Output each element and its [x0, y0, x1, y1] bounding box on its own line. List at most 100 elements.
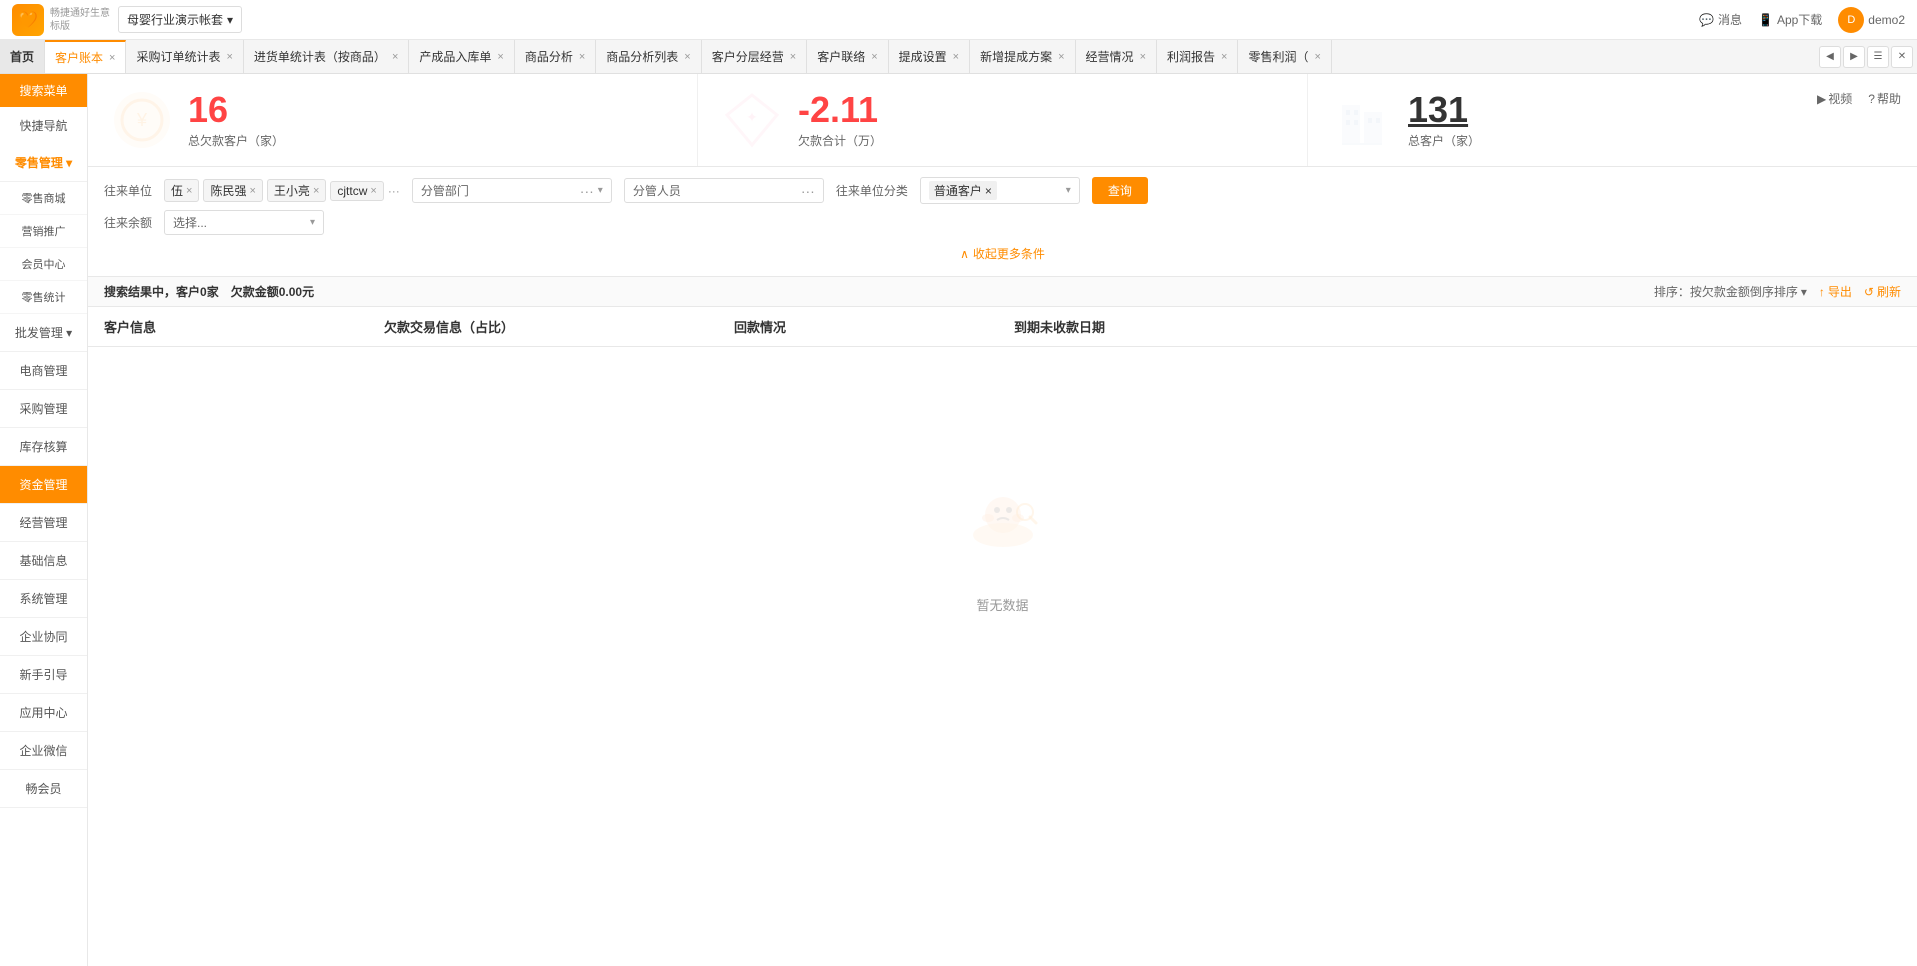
sidebar-item-enterprise-agreement[interactable]: 企业协同: [0, 618, 87, 656]
stat-info-debt-amount: -2.11 欠款合计（万）: [798, 92, 882, 149]
account-dropdown[interactable]: 母婴行业演示帐套 ▾: [118, 6, 242, 33]
debt-amount: 0.00: [279, 285, 302, 299]
user-area[interactable]: D demo2: [1838, 7, 1905, 33]
tab-increase-plan[interactable]: 新增提成方案 ×: [970, 40, 1075, 74]
tabs-close-button[interactable]: ✕: [1891, 46, 1913, 68]
item-label: 零售统计: [22, 292, 66, 304]
sidebar-item-marketing[interactable]: 营销推广: [0, 215, 87, 248]
tab-product-analysis-list[interactable]: 商品分析列表 ×: [596, 40, 701, 74]
tabs-prev-button[interactable]: ◀: [1819, 46, 1841, 68]
tab-customer-contact[interactable]: 客户联络 ×: [807, 40, 888, 74]
dept-label: 分管部门: [421, 182, 469, 199]
close-icon[interactable]: ×: [109, 52, 115, 64]
customer-type-select[interactable]: 普通客户 × ▾: [920, 177, 1080, 204]
close-icon[interactable]: ×: [1140, 51, 1146, 63]
tab-label: 新增提成方案: [980, 48, 1052, 65]
sidebar-item-inventory-check[interactable]: 库存核算: [0, 428, 87, 466]
tab-improve-settings[interactable]: 提成设置 ×: [889, 40, 970, 74]
tab-customer-segment[interactable]: 客户分层经营 ×: [702, 40, 807, 74]
help-icon: ?: [1868, 92, 1875, 106]
tab-retail-profit[interactable]: 零售利润（ ×: [1238, 40, 1331, 74]
tabs-navigation: ◀ ▶ ☰ ✕: [1815, 46, 1917, 68]
sidebar-item-retail-stats[interactable]: 零售统计: [0, 281, 87, 314]
home-label: 首页: [10, 48, 34, 65]
collapse-button[interactable]: ∧ 收起更多条件: [960, 245, 1045, 262]
close-icon[interactable]: ×: [579, 51, 585, 63]
tab-home[interactable]: 首页: [0, 40, 45, 74]
sidebar-item-member-center[interactable]: 会员中心: [0, 248, 87, 281]
sidebar-item-capital-mgmt[interactable]: 资金管理: [0, 466, 87, 504]
sort-dropdown[interactable]: 排序：按欠款金额倒序排序 ▾: [1654, 283, 1807, 300]
message-button[interactable]: 💬 消息: [1699, 11, 1742, 28]
tab-label: 客户账本: [55, 49, 103, 66]
tab-product-analysis[interactable]: 商品分析 ×: [515, 40, 596, 74]
close-icon[interactable]: ×: [1221, 51, 1227, 63]
video-link[interactable]: ▶ 视频: [1817, 90, 1852, 107]
tab-customer-ledger[interactable]: 客户账本 ×: [45, 40, 126, 74]
stat-label-total-customers: 总客户（家）: [1408, 132, 1480, 149]
sidebar-item-operation-mgmt[interactable]: 经营管理: [0, 504, 87, 542]
balance-placeholder: 选择...: [173, 214, 207, 231]
sidebar-item-wholesale-mgmt[interactable]: 批发管理 ▾: [0, 314, 87, 352]
tab-inventory-stats[interactable]: 进货单统计表（按商品） ×: [244, 40, 409, 74]
sidebar-item-app-center[interactable]: 应用中心: [0, 694, 87, 732]
message-icon: 💬: [1699, 13, 1714, 27]
item-label: 企业微信: [19, 744, 67, 758]
balance-filter-select[interactable]: 选择... ▾: [164, 210, 324, 235]
close-icon[interactable]: ×: [953, 51, 959, 63]
close-icon[interactable]: ×: [1314, 51, 1320, 63]
user-name: demo2: [1868, 13, 1905, 27]
item-label: 零售商城: [22, 193, 66, 205]
sidebar-item-purchase-mgmt[interactable]: 采购管理: [0, 390, 87, 428]
refresh-button[interactable]: ↺ 刷新: [1864, 283, 1901, 300]
close-icon[interactable]: ×: [1058, 51, 1064, 63]
close-icon[interactable]: ×: [392, 51, 398, 63]
unit-filter-label: 往来单位: [104, 182, 152, 199]
sidebar-search[interactable]: 搜索菜单: [0, 74, 87, 107]
unit-tag-chen: 陈民强 ×: [203, 179, 262, 202]
sidebar-nav-shortcuts[interactable]: 快捷导航: [0, 107, 87, 144]
search-button[interactable]: 查询: [1092, 177, 1148, 204]
sidebar-item-vip-member[interactable]: 畅会员: [0, 770, 87, 808]
filter-row-1: 往来单位 伍 × 陈民强 × 王小亮 × cjttcw: [104, 177, 1901, 204]
app-download-button[interactable]: 📱 App下载: [1758, 11, 1822, 28]
close-icon[interactable]: ×: [684, 51, 690, 63]
close-icon[interactable]: ×: [790, 51, 796, 63]
top-bar-right: 💬 消息 📱 App下载 D demo2: [1699, 7, 1905, 33]
tag-remove-icon[interactable]: ×: [313, 185, 319, 197]
person-filter-select[interactable]: 分管人员 ···: [624, 178, 824, 203]
tag-remove-icon[interactable]: ×: [186, 185, 192, 197]
tag-remove-icon[interactable]: ×: [985, 184, 992, 198]
sidebar-item-basic-info[interactable]: 基础信息: [0, 542, 87, 580]
stat-number-debt-customers: 16: [188, 92, 284, 128]
help-link[interactable]: ? 帮助: [1868, 90, 1901, 107]
close-icon[interactable]: ×: [226, 51, 232, 63]
item-label: 采购管理: [19, 402, 67, 416]
close-icon[interactable]: ×: [871, 51, 877, 63]
tab-purchase-order[interactable]: 采购订单统计表 ×: [126, 40, 243, 74]
item-label: 畅会员: [25, 782, 61, 796]
tab-label: 零售利润（: [1248, 48, 1308, 65]
dept-filter-select[interactable]: 分管部门 ··· ▾: [412, 178, 612, 203]
sidebar-item-retail-mall[interactable]: 零售商城: [0, 182, 87, 215]
tab-profit-report[interactable]: 利润报告 ×: [1157, 40, 1238, 74]
close-icon[interactable]: ×: [497, 51, 503, 63]
sidebar-item-retail-mgmt[interactable]: 零售管理 ▾: [0, 144, 87, 182]
video-label: 视频: [1828, 90, 1852, 107]
tag-remove-icon[interactable]: ×: [370, 185, 376, 197]
col-debt-info: 欠款交易信息（占比）: [384, 317, 734, 336]
collapse-row: ∧ 收起更多条件: [104, 241, 1901, 266]
tab-product-entry[interactable]: 产成品入库单 ×: [409, 40, 514, 74]
sidebar-item-system-mgmt[interactable]: 系统管理: [0, 580, 87, 618]
sidebar-item-new-guide[interactable]: 新手引导: [0, 656, 87, 694]
sidebar-item-ecommerce-mgmt[interactable]: 电商管理: [0, 352, 87, 390]
tab-operation-status[interactable]: 经营情况 ×: [1076, 40, 1157, 74]
tabs-menu-button[interactable]: ☰: [1867, 46, 1889, 68]
refresh-icon: ↺: [1864, 285, 1874, 299]
unit-filter-tags: 伍 × 陈民强 × 王小亮 × cjttcw × ···: [164, 179, 400, 202]
sidebar-item-enterprise-wechat[interactable]: 企业微信: [0, 732, 87, 770]
tabs-next-button[interactable]: ▶: [1843, 46, 1865, 68]
export-button[interactable]: ↑ 导出: [1819, 283, 1852, 300]
more-tags-button[interactable]: ···: [388, 184, 400, 198]
tag-remove-icon[interactable]: ×: [249, 185, 255, 197]
